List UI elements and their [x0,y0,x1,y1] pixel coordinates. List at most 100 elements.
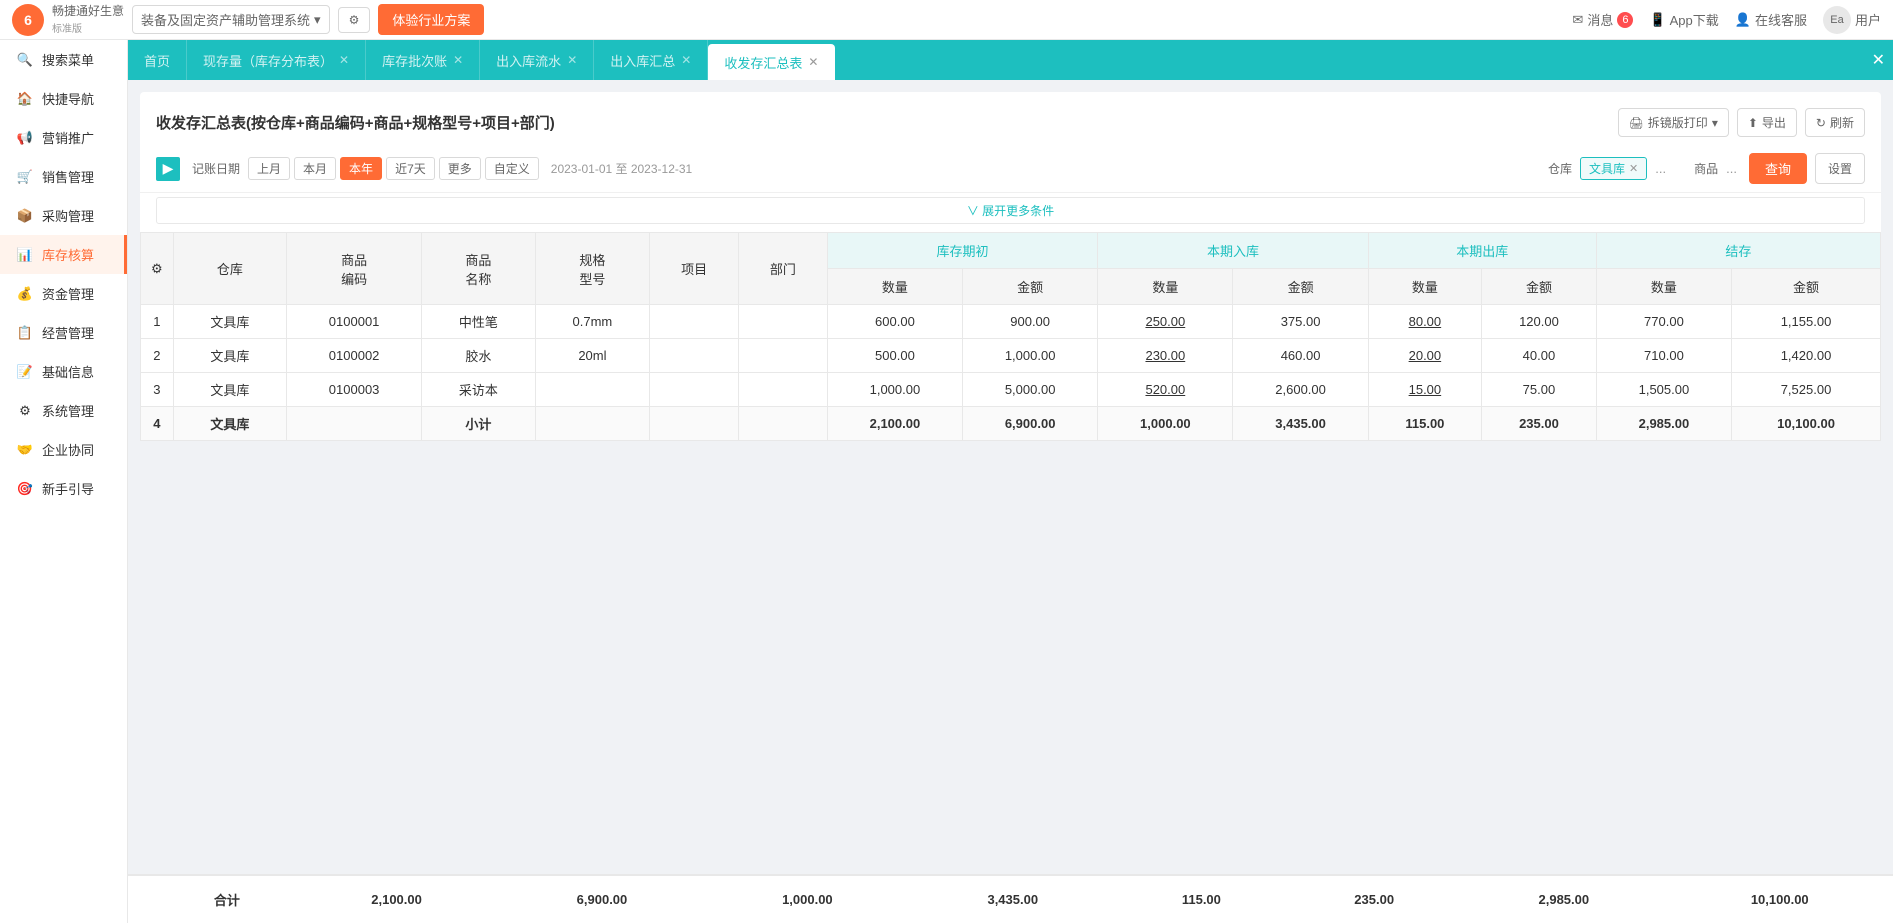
user-item[interactable]: Ea 用户 [1823,6,1881,34]
row-spec: 0.7mm [535,305,650,339]
last7-btn[interactable]: 近7天 [386,157,435,180]
tab-flow[interactable]: 出入库流水✕ [480,40,594,80]
row-in-amt: 375.00 [1233,305,1368,339]
sidebar-item-basic-info[interactable]: 📝基础信息 [0,352,127,391]
filter-expand-button[interactable]: ▶ [156,157,180,181]
row-code [286,407,421,441]
row-no: 2 [141,339,174,373]
tab-bar-close[interactable]: ✕ [1872,50,1885,70]
row-close-qty: 770.00 [1596,305,1731,339]
goods-filter-dots[interactable]: ... [1726,161,1737,176]
sidebar-label-search: 搜索菜单 [42,50,94,69]
in-qty-link[interactable]: 250.00 [1145,314,1185,329]
sidebar-item-purchase[interactable]: 📦采购管理 [0,196,127,235]
sidebar-item-system[interactable]: ⚙ 系统管理 [0,391,127,430]
prev-month-btn[interactable]: 上月 [248,157,290,180]
expand-more-btn[interactable]: ∨ 展开更多条件 [156,197,1865,224]
sidebar-label-operations: 经营管理 [42,323,94,342]
warehouse-tag-close[interactable]: ✕ [1629,162,1638,175]
open-amt-header: 金额 [963,269,1098,305]
cur-year-btn[interactable]: 本年 [340,157,382,180]
sidebar-item-enterprise[interactable]: 🤝企业协同 [0,430,127,469]
warehouse-filter-label: 仓库 [1548,160,1572,177]
row-in-qty[interactable]: 230.00 [1098,339,1233,373]
out-qty-header: 数量 [1368,269,1481,305]
row-name: 中性笔 [422,305,535,339]
sidebar-item-sales[interactable]: 🛒销售管理 [0,157,127,196]
dropdown-icon: ▾ [314,12,321,28]
row-out-qty[interactable]: 80.00 [1368,305,1481,339]
settings-col-header[interactable]: ⚙ [141,233,174,305]
custom-btn[interactable]: 自定义 [485,157,539,180]
table-row: 2 文具库 0100002 胶水 20ml 500.00 1,000.00 23… [141,339,1881,373]
in-qty-link[interactable]: 520.00 [1145,382,1185,397]
sidebar-label-marketing: 营销推广 [42,128,94,147]
online-service-item[interactable]: 👤 在线客服 [1735,10,1807,29]
print-button[interactable]: 🖨 拆镜版打印 ▾ [1618,108,1729,137]
tab-close-flow[interactable]: ✕ [567,53,577,67]
warehouse-filter-dots[interactable]: ... [1655,161,1666,176]
total-out-qty: 115.00 [1115,884,1287,915]
total-in-qty: 1,000.00 [705,884,910,915]
row-out-qty[interactable]: 20.00 [1368,339,1481,373]
row-open-qty: 1,000.00 [827,373,962,407]
tab-close-stock-dist[interactable]: ✕ [339,53,349,67]
sidebar-item-quick-nav[interactable]: 🏠快捷导航 [0,79,127,118]
sidebar-label-system: 系统管理 [42,401,94,420]
project-col-header: 项目 [650,233,739,305]
tab-home[interactable]: 首页 [128,40,187,80]
row-no: 3 [141,373,174,407]
out-qty-link[interactable]: 80.00 [1409,314,1442,329]
tab-stock-dist[interactable]: 现存量（库存分布表）✕ [187,40,366,80]
tab-batch[interactable]: 库存批次账 ✕ [366,40,480,80]
tab-label-batch: 库存批次账 [382,51,447,70]
sidebar-item-guide[interactable]: 🎯新手引导 [0,469,127,508]
row-out-amt: 120.00 [1482,305,1597,339]
cur-month-btn[interactable]: 本月 [294,157,336,180]
refresh-button[interactable]: ↻ 刷新 [1805,108,1865,137]
row-out-qty[interactable]: 15.00 [1368,373,1481,407]
out-qty-link[interactable]: 15.00 [1409,382,1442,397]
sidebar-item-finance[interactable]: 💰资金管理 [0,274,127,313]
tab-close-recv-send[interactable]: ✕ [808,55,818,69]
system-selector[interactable]: 装备及固定资产辅助管理系统 ▾ [132,5,330,34]
sidebar-label-guide: 新手引导 [42,479,94,498]
tab-recv-send[interactable]: 收发存汇总表✕ [708,44,835,80]
system-icon: ⚙ [16,402,34,420]
trial-button[interactable]: 体验行业方案 [378,4,484,35]
open-qty-header: 数量 [827,269,962,305]
row-close-amt: 10,100.00 [1732,407,1881,441]
sidebar-item-operations[interactable]: 📋经营管理 [0,313,127,352]
more-btn[interactable]: 更多 [439,157,481,180]
sidebar-item-inventory[interactable]: 📊库存核算 [0,235,127,274]
tab-close-batch[interactable]: ✕ [453,53,463,67]
tab-summary[interactable]: 出入库汇总✕ [594,40,708,80]
setting-button[interactable]: 设置 [1815,153,1865,184]
warehouse-tag[interactable]: 文具库 ✕ [1580,157,1647,180]
row-open-qty: 2,100.00 [827,407,962,441]
row-in-qty[interactable]: 250.00 [1098,305,1233,339]
main-table: ⚙ 仓库 商品编码 商品名称 规格型号 项目 部门 库存期初 本期入库 [140,232,1881,441]
export-button[interactable]: ⬆ 导出 [1737,108,1797,137]
message-item[interactable]: ✉ 消息 6 [1572,10,1633,29]
service-icon: 👤 [1735,12,1751,28]
page-title: 收发存汇总表(按仓库+商品编码+商品+规格型号+项目+部门) [156,112,555,133]
app-download-label: App下载 [1670,10,1719,29]
tab-close-summary[interactable]: ✕ [681,53,691,67]
in-qty-link[interactable]: 230.00 [1145,348,1185,363]
close-qty-header: 数量 [1596,269,1731,305]
row-in-qty[interactable]: 520.00 [1098,373,1233,407]
row-project [650,339,739,373]
row-dept [739,407,828,441]
finance-icon: 💰 [16,285,34,303]
sidebar-item-marketing[interactable]: 📢营销推广 [0,118,127,157]
settings-button[interactable]: ⚙ [338,7,371,33]
sidebar-item-search[interactable]: 🔍 搜索菜单 [0,40,127,79]
row-name: 小计 [422,407,535,441]
out-qty-link[interactable]: 20.00 [1409,348,1442,363]
row-in-amt: 460.00 [1233,339,1368,373]
sidebar-label-basic-info: 基础信息 [42,362,94,381]
search-icon: 🔍 [16,51,34,69]
query-button[interactable]: 查询 [1749,153,1807,184]
app-download-item[interactable]: 📱 App下载 [1649,10,1718,29]
